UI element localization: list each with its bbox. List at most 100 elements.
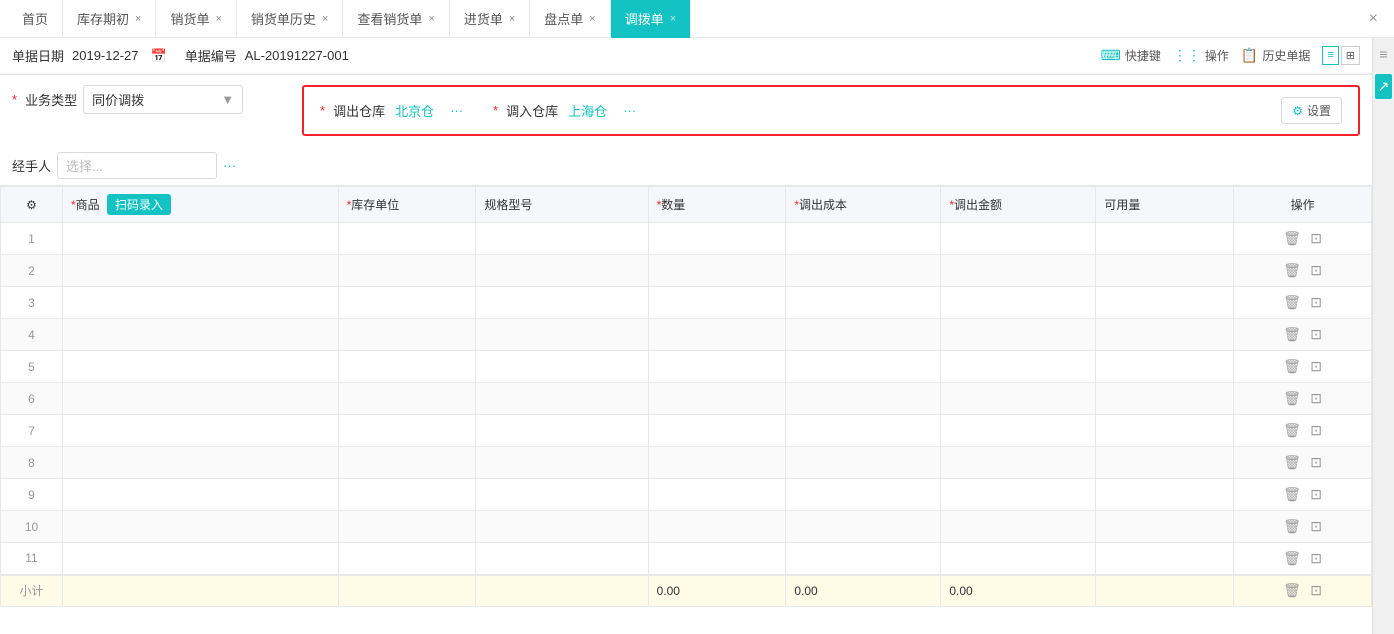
business-type-select[interactable]: 同价调拨 ▼ — [83, 85, 243, 114]
tab-sales-order[interactable]: 销货单 × — [156, 0, 236, 38]
row-cost-2[interactable] — [786, 255, 941, 287]
tab-transfer[interactable]: 调拨单 × — [611, 0, 691, 38]
row-amount-3[interactable] — [941, 287, 1096, 319]
row-available-6[interactable] — [1096, 383, 1234, 415]
row-amount-5[interactable] — [941, 351, 1096, 383]
row-available-10[interactable] — [1096, 511, 1234, 543]
scan-button[interactable]: 扫码录入 — [107, 194, 171, 215]
row-amount-4[interactable] — [941, 319, 1096, 351]
row-available-9[interactable] — [1096, 479, 1234, 511]
row-amount-2[interactable] — [941, 255, 1096, 287]
copy-btn-3[interactable]: ⊡ — [1310, 294, 1322, 310]
tab-sales-history[interactable]: 销货单历史 × — [237, 0, 343, 38]
layout-list-btn[interactable]: ≡ — [1322, 46, 1338, 65]
row-unit-11[interactable] — [338, 543, 476, 575]
row-available-2[interactable] — [1096, 255, 1234, 287]
row-cost-5[interactable] — [786, 351, 941, 383]
tab-view-sales-close[interactable]: × — [428, 13, 434, 25]
tab-view-sales[interactable]: 查看销货单 × — [343, 0, 449, 38]
delete-btn-6[interactable]: 🗑 — [1283, 390, 1301, 406]
row-spec-4[interactable] — [476, 319, 648, 351]
row-cost-11[interactable] — [786, 543, 941, 575]
calendar-icon[interactable]: 📅 — [151, 48, 167, 64]
row-spec-11[interactable] — [476, 543, 648, 575]
delete-btn-10[interactable]: 🗑 — [1283, 518, 1301, 534]
delete-btn-8[interactable]: 🗑 — [1283, 454, 1301, 470]
row-qty-9[interactable] — [648, 479, 786, 511]
row-product-6[interactable] — [63, 383, 339, 415]
copy-btn-7[interactable]: ⊡ — [1310, 422, 1322, 438]
sidebar-export-icon[interactable]: ↗ — [1375, 74, 1393, 99]
tab-inventory-close[interactable]: × — [589, 13, 595, 25]
copy-btn-1[interactable]: ⊡ — [1310, 230, 1322, 246]
row-available-8[interactable] — [1096, 447, 1234, 479]
delete-btn-4[interactable]: 🗑 — [1283, 326, 1301, 342]
handler-select[interactable]: 选择... — [57, 152, 217, 179]
copy-btn-6[interactable]: ⊡ — [1310, 390, 1322, 406]
row-cost-8[interactable] — [786, 447, 941, 479]
wh-in-more[interactable]: ··· — [623, 103, 636, 118]
history-action[interactable]: 📋 历史单据 — [1241, 47, 1310, 64]
row-cost-1[interactable] — [786, 223, 941, 255]
row-amount-8[interactable] — [941, 447, 1096, 479]
settings-button[interactable]: ⚙ 设置 — [1281, 97, 1342, 124]
copy-btn-2[interactable]: ⊡ — [1310, 262, 1322, 278]
row-spec-5[interactable] — [476, 351, 648, 383]
row-spec-6[interactable] — [476, 383, 648, 415]
row-amount-1[interactable] — [941, 223, 1096, 255]
tab-sales-order-close[interactable]: × — [215, 13, 221, 25]
row-cost-6[interactable] — [786, 383, 941, 415]
tab-inventory[interactable]: 盘点单 × — [530, 0, 610, 38]
layout-grid-btn[interactable]: ⊞ — [1341, 46, 1360, 65]
operations-action[interactable]: ⋮⋮ 操作 — [1173, 47, 1229, 64]
delete-btn-11[interactable]: 🗑 — [1283, 550, 1301, 566]
copy-btn-8[interactable]: ⊡ — [1310, 454, 1322, 470]
copy-btn-4[interactable]: ⊡ — [1310, 326, 1322, 342]
row-available-3[interactable] — [1096, 287, 1234, 319]
row-unit-1[interactable] — [338, 223, 476, 255]
row-spec-8[interactable] — [476, 447, 648, 479]
close-all-tabs[interactable]: × — [1361, 10, 1386, 28]
row-unit-2[interactable] — [338, 255, 476, 287]
row-product-3[interactable] — [63, 287, 339, 319]
delete-btn-7[interactable]: 🗑 — [1283, 422, 1301, 438]
copy-btn-11[interactable]: ⊡ — [1310, 550, 1322, 566]
copy-btn-5[interactable]: ⊡ — [1310, 358, 1322, 374]
copy-btn-10[interactable]: ⊡ — [1310, 518, 1322, 534]
delete-btn-3[interactable]: 🗑 — [1283, 294, 1301, 310]
row-product-8[interactable] — [63, 447, 339, 479]
row-product-5[interactable] — [63, 351, 339, 383]
row-spec-1[interactable] — [476, 223, 648, 255]
tab-purchase[interactable]: 进货单 × — [450, 0, 530, 38]
row-spec-3[interactable] — [476, 287, 648, 319]
row-qty-5[interactable] — [648, 351, 786, 383]
row-product-1[interactable] — [63, 223, 339, 255]
row-amount-7[interactable] — [941, 415, 1096, 447]
sidebar-list-icon[interactable]: ≡ — [1379, 46, 1387, 62]
row-available-11[interactable] — [1096, 543, 1234, 575]
row-cost-3[interactable] — [786, 287, 941, 319]
row-unit-5[interactable] — [338, 351, 476, 383]
th-gear[interactable]: ⚙ — [1, 187, 63, 223]
row-unit-7[interactable] — [338, 415, 476, 447]
row-qty-6[interactable] — [648, 383, 786, 415]
row-available-7[interactable] — [1096, 415, 1234, 447]
delete-btn-5[interactable]: 🗑 — [1283, 358, 1301, 374]
wh-out-more[interactable]: ··· — [450, 103, 463, 118]
row-unit-4[interactable] — [338, 319, 476, 351]
shortcut-action[interactable]: ⌨ 快捷键 — [1101, 47, 1161, 64]
row-qty-7[interactable] — [648, 415, 786, 447]
row-product-9[interactable] — [63, 479, 339, 511]
handler-more[interactable]: ··· — [223, 158, 236, 173]
row-qty-8[interactable] — [648, 447, 786, 479]
row-cost-7[interactable] — [786, 415, 941, 447]
row-product-11[interactable] — [63, 543, 339, 575]
tab-sales-history-close[interactable]: × — [322, 13, 328, 25]
delete-btn-2[interactable]: 🗑 — [1283, 262, 1301, 278]
tab-home[interactable]: 首页 — [8, 0, 63, 38]
row-spec-9[interactable] — [476, 479, 648, 511]
row-unit-6[interactable] — [338, 383, 476, 415]
row-amount-11[interactable] — [941, 543, 1096, 575]
row-qty-11[interactable] — [648, 543, 786, 575]
row-product-2[interactable] — [63, 255, 339, 287]
